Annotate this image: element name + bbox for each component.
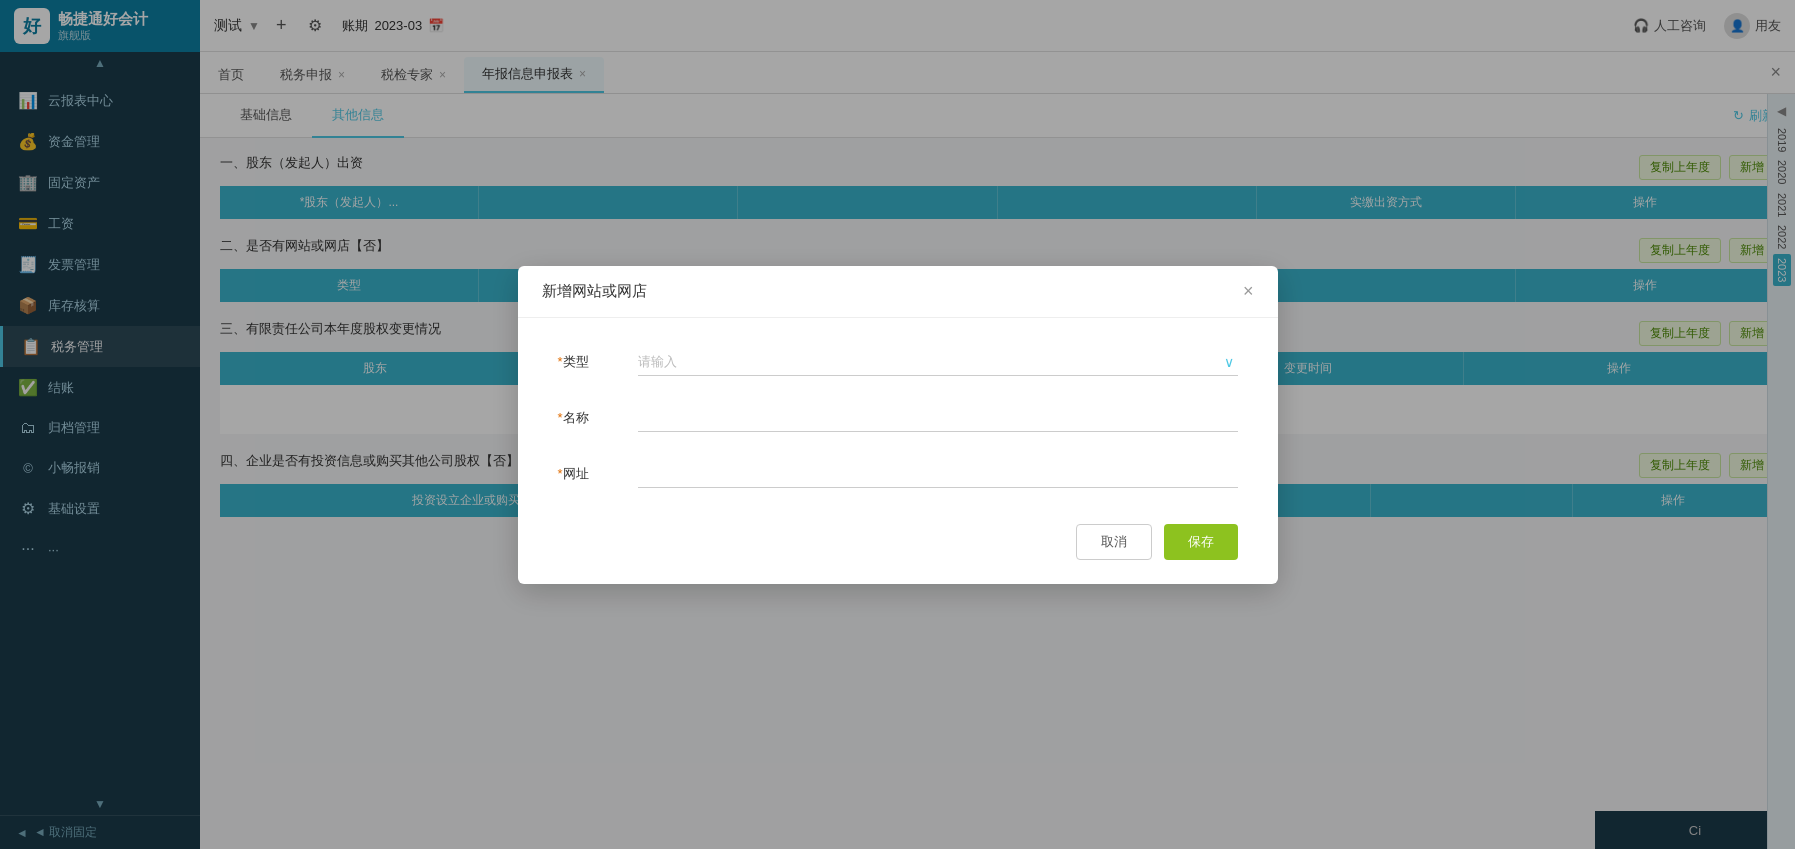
form-label-type: *类型 <box>558 353 638 371</box>
form-row-type: *类型 ∨ <box>558 348 1238 376</box>
save-button[interactable]: 保存 <box>1164 524 1238 560</box>
form-field-url <box>638 460 1238 488</box>
dialog-footer: 取消 保存 <box>518 512 1278 584</box>
url-input[interactable] <box>638 460 1238 488</box>
form-label-url: *网址 <box>558 465 638 483</box>
dialog-title: 新增网站或网店 <box>542 282 647 301</box>
type-input[interactable] <box>638 348 1238 376</box>
required-star-type: * <box>558 354 563 369</box>
form-label-name: *名称 <box>558 409 638 427</box>
form-field-name <box>638 404 1238 432</box>
dialog-add-website: 新增网站或网店 × *类型 ∨ *名称 <box>518 266 1278 584</box>
modal-overlay: 新增网站或网店 × *类型 ∨ *名称 <box>0 0 1795 849</box>
name-input[interactable] <box>638 404 1238 432</box>
dialog-close-button[interactable]: × <box>1243 282 1254 300</box>
form-row-url: *网址 <box>558 460 1238 488</box>
form-field-type: ∨ <box>638 348 1238 376</box>
dialog-body: *类型 ∨ *名称 *网址 <box>518 318 1278 512</box>
cancel-button[interactable]: 取消 <box>1076 524 1152 560</box>
required-star-name: * <box>558 410 563 425</box>
dialog-header: 新增网站或网店 × <box>518 266 1278 318</box>
form-row-name: *名称 <box>558 404 1238 432</box>
required-star-url: * <box>558 466 563 481</box>
